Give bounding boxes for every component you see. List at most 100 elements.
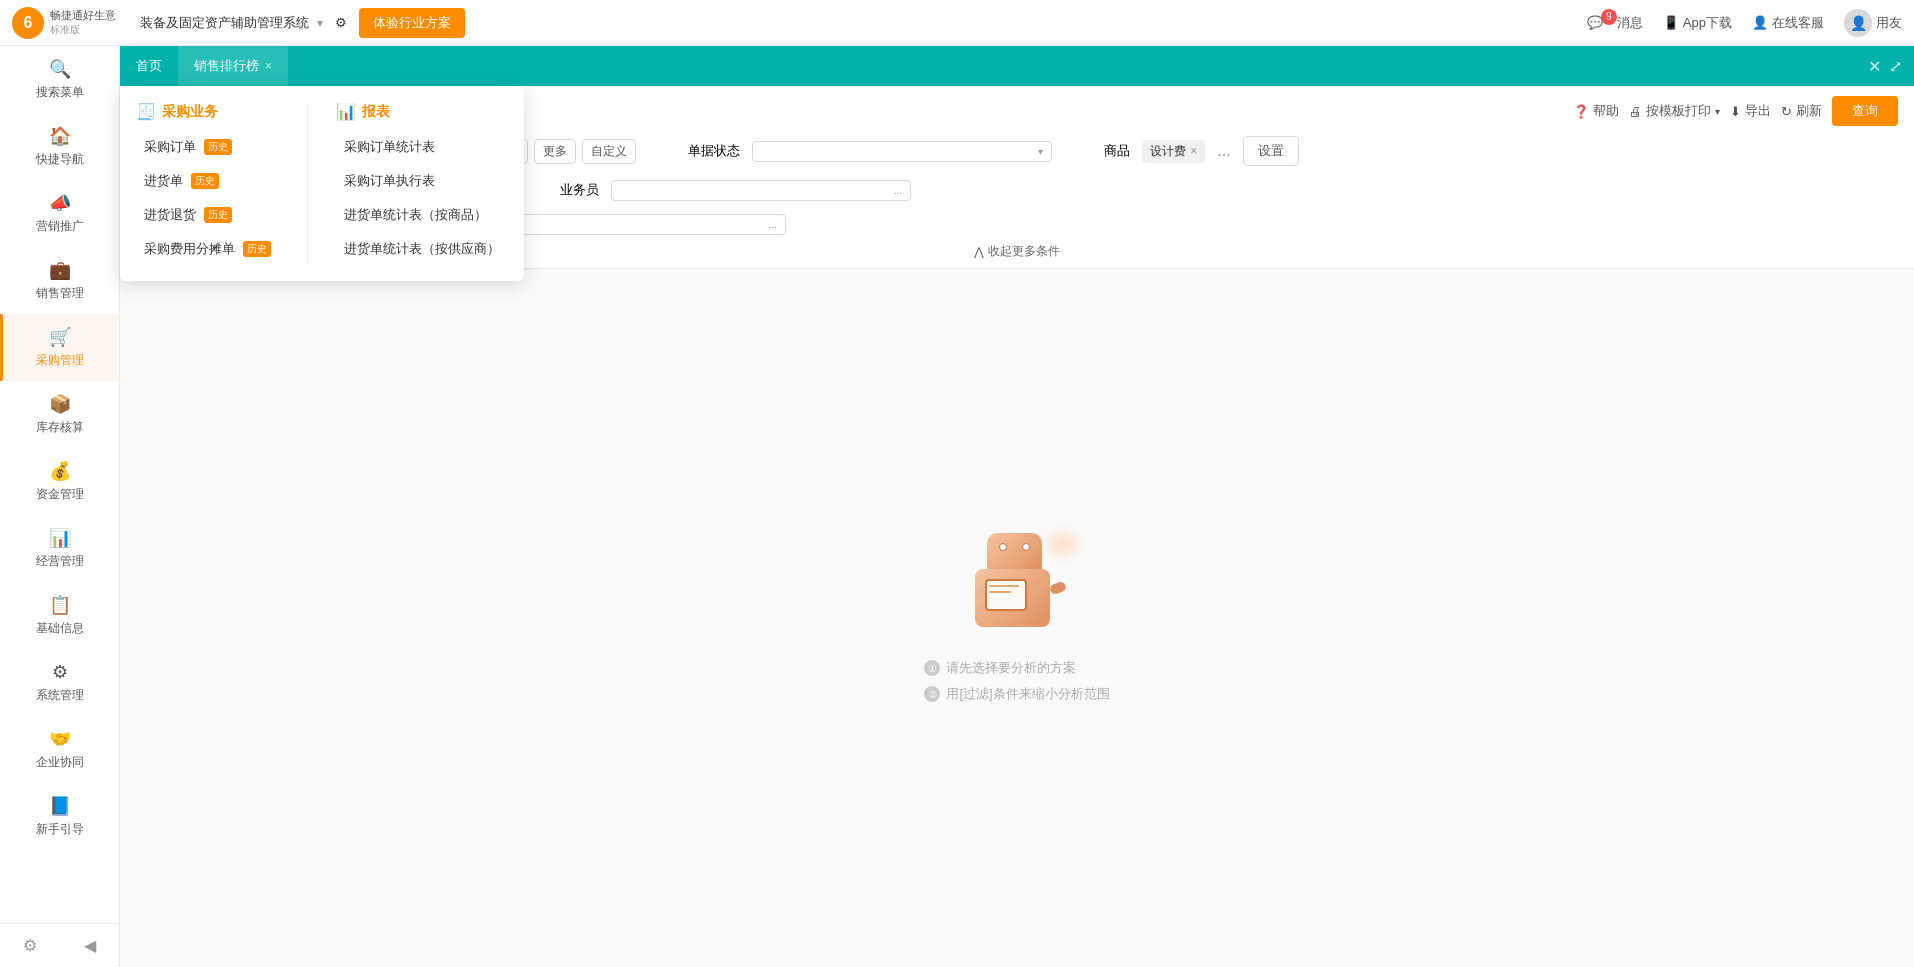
export-button[interactable]: ⬇ 导出 [1730,102,1771,120]
status-select[interactable]: ▾ [752,141,1052,162]
salesperson-select-arrow: ... [894,185,902,196]
sidebar-item-sales[interactable]: 💼 销售管理 [0,247,119,314]
logo-area: 6 畅捷通好生意 标准版 [12,7,132,39]
purchase-title-text: 采购业务 [162,103,218,121]
empty-hints: ① 请先选择要分析的方案 ② 用[过滤]条件来缩小分析范围 [924,659,1109,703]
print-button[interactable]: 🖨 按模板打印 ▾ [1629,102,1720,120]
dropdown-item-order-stat[interactable]: 采购订单统计表 [336,131,508,163]
tab-fullscreen-icon[interactable]: ⤢ [1889,57,1902,76]
empty-hint-1: ① 请先选择要分析的方案 [924,659,1109,677]
dropdown-purchase-col: 🧾 采购业务 采购订单 历史 进货单 历史 进货退货 历史 采购费用分摊单 历史 [136,102,279,265]
sidebar-item-marketing-label: 营销推广 [36,218,84,235]
sidebar-item-system-label: 系统管理 [36,687,84,704]
purchase-order-label: 采购订单 [144,138,196,156]
tab-close-window-icon[interactable]: ✕ [1868,57,1881,76]
system-icon: ⚙ [52,661,68,683]
sidebar-item-purchase-label: 采购管理 [36,352,84,369]
goods-dots[interactable]: ... [1217,142,1230,160]
sidebar-settings-icon[interactable]: ⚙ [23,936,37,955]
dropdown-item-expense[interactable]: 采购费用分摊单 历史 [136,233,279,265]
help-button[interactable]: ❓ 帮助 [1573,102,1619,120]
dropdown-item-purchase-order[interactable]: 采购订单 历史 [136,131,279,163]
sidebar-item-guide[interactable]: 📘 新手引导 [0,783,119,850]
system-title-area: 装备及固定资产辅助管理系统 ▾ ⚙ [140,14,347,32]
purchase-icon: 🛒 [49,326,71,348]
sidebar-item-fund[interactable]: 💰 资金管理 [0,448,119,515]
logo-icon: 6 [12,7,44,39]
incoming-label: 进货单 [144,172,183,190]
sidebar-item-quick-nav-label: 快捷导航 [36,151,84,168]
tab-bar: 首页 销售排行榜 × ✕ ⤢ [120,46,1914,86]
sidebar-item-inventory[interactable]: 📦 库存核算 [0,381,119,448]
dropdown-item-order-exec[interactable]: 采购订单执行表 [336,165,508,197]
goods-label: 商品 [1104,142,1130,160]
phone-icon: 📱 [1663,15,1679,30]
expense-history: 历史 [243,241,271,257]
export-label: 导出 [1745,102,1771,120]
query-button[interactable]: 查询 [1832,96,1898,126]
print-label: 按模板打印 [1646,102,1711,120]
hint1-circle: ① [924,660,940,676]
dropdown-item-incoming[interactable]: 进货单 历史 [136,165,279,197]
hint2-circle: ② [924,686,940,702]
user-avatar: 👤 [1844,9,1872,37]
sidebar-item-search-label: 搜索菜单 [36,84,84,101]
purchase-title-icon: 🧾 [136,102,156,121]
sidebar-item-corp[interactable]: 🤝 企业协同 [0,716,119,783]
hint1-text: 请先选择要分析的方案 [946,659,1076,677]
refresh-label: 刷新 [1796,102,1822,120]
sidebar-item-sales-label: 销售管理 [36,285,84,302]
sidebar-item-base-info[interactable]: 📋 基础信息 [0,582,119,649]
sidebar-item-marketing[interactable]: 📣 营销推广 [0,180,119,247]
purchase-order-history: 历史 [204,139,232,155]
marketing-icon: 📣 [49,192,71,214]
order-exec-label: 采购订单执行表 [344,172,435,190]
corp-icon: 🤝 [49,728,71,750]
empty-hint-2: ② 用[过滤]条件来缩小分析范围 [924,685,1109,703]
salesperson-select[interactable]: ... [611,180,911,201]
notification-item[interactable]: 💬 9 消息 [1587,14,1643,32]
dropdown-report-col: 📊 报表 采购订单统计表 采购订单执行表 进货单统计表（按商品） 进货单统计表（… [336,102,508,265]
sidebar-item-corp-label: 企业协同 [36,754,84,771]
sidebar-item-quick-nav[interactable]: 🏠 快捷导航 [0,113,119,180]
sidebar-item-search[interactable]: 🔍 搜索菜单 [0,46,119,113]
sidebar-item-operation[interactable]: 📊 经营管理 [0,515,119,582]
dropdown-item-return[interactable]: 进货退货 历史 [136,199,279,231]
dropdown-menu: 🧾 采购业务 采购订单 历史 进货单 历史 进货退货 历史 采购费用分摊单 历史… [120,86,524,281]
goods-tag: 设计费 × [1142,140,1205,163]
tab-sales-rank[interactable]: 销售排行榜 × [178,46,288,86]
order-stat-label: 采购订单统计表 [344,138,435,156]
incoming-by-goods-label: 进货单统计表（按商品） [344,206,487,224]
dropdown-item-incoming-by-supplier[interactable]: 进货单统计表（按供应商） [336,233,508,265]
goods-tag-close[interactable]: × [1190,144,1197,158]
status-select-arrow: ▾ [1038,146,1043,157]
empty-state: ① 请先选择要分析的方案 ② 用[过滤]条件来缩小分析范围 [120,269,1914,967]
customer-select[interactable]: ... [486,214,786,235]
sidebar: 🔍 搜索菜单 🏠 快捷导航 📣 营销推广 💼 销售管理 🛒 采购管理 📦 库存核… [0,46,120,967]
user-item[interactable]: 👤 用友 [1844,9,1902,37]
sidebar-item-system[interactable]: ⚙ 系统管理 [0,649,119,716]
header-settings-icon[interactable]: ⚙ [335,15,347,30]
refresh-icon: ↻ [1781,104,1792,119]
system-title-arrow[interactable]: ▾ [317,16,323,30]
online-service-item[interactable]: 👤 在线客服 [1752,14,1824,32]
dropdown-item-incoming-by-goods[interactable]: 进货单统计表（按商品） [336,199,508,231]
message-label: 消息 [1617,14,1643,32]
empty-illustration [957,533,1077,643]
quick-more-button[interactable]: 更多 [534,139,576,164]
tab-close-icon[interactable]: × [265,59,272,73]
service-icon: 👤 [1752,15,1768,30]
tab-home[interactable]: 首页 [120,46,178,86]
guide-icon: 📘 [49,795,71,817]
sidebar-item-operation-label: 经营管理 [36,553,84,570]
tab-home-label: 首页 [136,57,162,75]
sidebar-item-purchase[interactable]: 🛒 采购管理 [0,314,119,381]
refresh-button[interactable]: ↻ 刷新 [1781,102,1822,120]
trial-button[interactable]: 体验行业方案 [359,8,465,38]
base-info-icon: 📋 [49,594,71,616]
app-download-item[interactable]: 📱 App下载 [1663,14,1732,32]
quick-custom-button[interactable]: 自定义 [582,139,636,164]
collapse-label: 收起更多条件 [988,243,1060,260]
settings-small-button[interactable]: 设置 [1243,136,1299,166]
sidebar-collapse-icon[interactable]: ◀ [84,936,96,955]
